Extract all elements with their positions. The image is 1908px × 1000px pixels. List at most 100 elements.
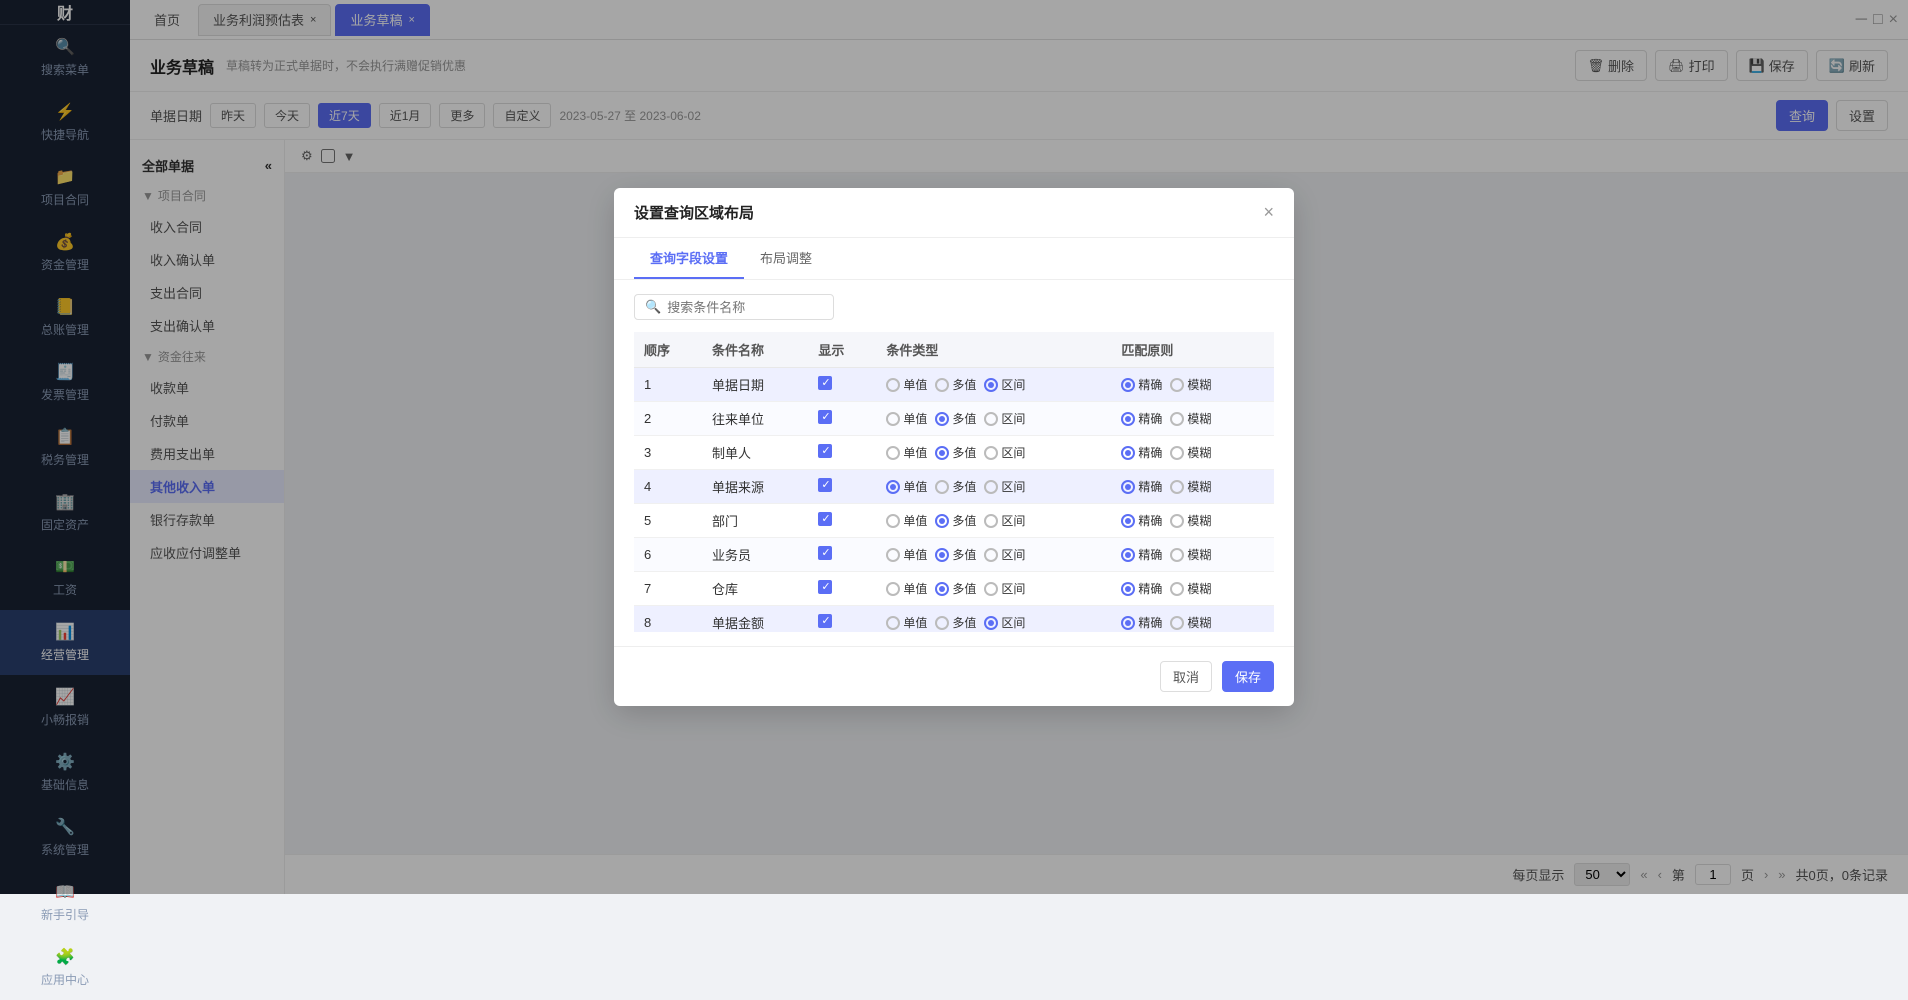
condition-search-input[interactable] bbox=[667, 300, 807, 315]
show-checkbox[interactable] bbox=[818, 512, 832, 526]
show-checkbox[interactable] bbox=[818, 546, 832, 560]
radio-range[interactable]: 区间 bbox=[984, 614, 1025, 631]
condition-type-group: 单值多值区间 bbox=[886, 614, 1101, 631]
radio-match-fuzzy[interactable]: 模糊 bbox=[1170, 512, 1211, 529]
radio-match-fuzzy[interactable]: 模糊 bbox=[1170, 478, 1211, 495]
radio-multi[interactable]: 多值 bbox=[935, 478, 976, 495]
radio-match-fuzzy[interactable]: 模糊 bbox=[1170, 580, 1211, 597]
row-order: 3 bbox=[634, 436, 702, 470]
modal-footer: 取消 保存 bbox=[614, 646, 1294, 706]
modal-close-button[interactable]: × bbox=[1263, 202, 1274, 223]
show-checkbox[interactable] bbox=[818, 410, 832, 424]
radio-single[interactable]: 单值 bbox=[886, 580, 927, 597]
radio-single[interactable]: 单值 bbox=[886, 478, 927, 495]
radio-single[interactable]: 单值 bbox=[886, 614, 927, 631]
radio-range[interactable]: 区间 bbox=[984, 376, 1025, 393]
radio-range[interactable]: 区间 bbox=[984, 478, 1025, 495]
radio-multi[interactable]: 多值 bbox=[935, 444, 976, 461]
row-condition-name: 业务员 bbox=[702, 538, 808, 572]
radio-range[interactable]: 区间 bbox=[984, 410, 1025, 427]
match-group: 精确模糊 bbox=[1121, 614, 1264, 631]
row-order: 2 bbox=[634, 402, 702, 436]
match-group: 精确模糊 bbox=[1121, 512, 1264, 529]
radio-single[interactable]: 单值 bbox=[886, 444, 927, 461]
row-condition-name: 仓库 bbox=[702, 572, 808, 606]
sidebar-label-guide: 新手引导 bbox=[41, 906, 89, 923]
radio-multi[interactable]: 多值 bbox=[935, 512, 976, 529]
radio-single[interactable]: 单值 bbox=[886, 410, 927, 427]
col-order: 顺序 bbox=[634, 332, 702, 368]
col-show: 显示 bbox=[808, 332, 876, 368]
condition-type-group: 单值多值区间 bbox=[886, 444, 1101, 461]
show-checkbox[interactable] bbox=[818, 580, 832, 594]
condition-type-group: 单值多值区间 bbox=[886, 512, 1101, 529]
apps-icon: 🧩 bbox=[55, 947, 75, 967]
row-condition-name: 单据金额 bbox=[702, 606, 808, 633]
radio-single[interactable]: 单值 bbox=[886, 512, 927, 529]
match-group: 精确模糊 bbox=[1121, 376, 1264, 393]
radio-match-fuzzy[interactable]: 模糊 bbox=[1170, 614, 1211, 631]
row-condition-name: 制单人 bbox=[702, 436, 808, 470]
show-checkbox[interactable] bbox=[818, 478, 832, 492]
row-order: 4 bbox=[634, 470, 702, 504]
modal-overlay: 设置查询区域布局 × 查询字段设置 布局调整 🔍 顺序 条件名称 显示 bbox=[0, 0, 1908, 894]
condition-type-group: 单值多值区间 bbox=[886, 376, 1101, 393]
match-group: 精确模糊 bbox=[1121, 478, 1264, 495]
match-group: 精确模糊 bbox=[1121, 580, 1264, 597]
radio-match-exact[interactable]: 精确 bbox=[1121, 580, 1162, 597]
radio-match-exact[interactable]: 精确 bbox=[1121, 444, 1162, 461]
radio-match-fuzzy[interactable]: 模糊 bbox=[1170, 376, 1211, 393]
conditions-table-container: 顺序 条件名称 显示 条件类型 匹配原则 1单据日期单值多值区间精确模糊2往来单… bbox=[634, 332, 1274, 632]
modal-tab-fields[interactable]: 查询字段设置 bbox=[634, 238, 744, 279]
radio-multi[interactable]: 多值 bbox=[935, 376, 976, 393]
row-condition-name: 部门 bbox=[702, 504, 808, 538]
radio-match-fuzzy[interactable]: 模糊 bbox=[1170, 410, 1211, 427]
radio-match-exact[interactable]: 精确 bbox=[1121, 546, 1162, 563]
match-group: 精确模糊 bbox=[1121, 444, 1264, 461]
radio-range[interactable]: 区间 bbox=[984, 580, 1025, 597]
radio-range[interactable]: 区间 bbox=[984, 546, 1025, 563]
show-checkbox[interactable] bbox=[818, 444, 832, 458]
radio-match-fuzzy[interactable]: 模糊 bbox=[1170, 546, 1211, 563]
condition-type-group: 单值多值区间 bbox=[886, 410, 1101, 427]
radio-match-exact[interactable]: 精确 bbox=[1121, 410, 1162, 427]
radio-match-fuzzy[interactable]: 模糊 bbox=[1170, 444, 1211, 461]
radio-multi[interactable]: 多值 bbox=[935, 410, 976, 427]
match-group: 精确模糊 bbox=[1121, 410, 1264, 427]
cancel-button[interactable]: 取消 bbox=[1160, 661, 1212, 692]
modal-header: 设置查询区域布局 × bbox=[614, 188, 1294, 238]
modal-title: 设置查询区域布局 bbox=[634, 202, 754, 223]
sidebar-label-apps: 应用中心 bbox=[41, 971, 89, 988]
radio-match-exact[interactable]: 精确 bbox=[1121, 614, 1162, 631]
radio-multi[interactable]: 多值 bbox=[935, 546, 976, 563]
show-checkbox[interactable] bbox=[818, 614, 832, 628]
radio-range[interactable]: 区间 bbox=[984, 444, 1025, 461]
row-order: 8 bbox=[634, 606, 702, 633]
row-condition-name: 往来单位 bbox=[702, 402, 808, 436]
modal-tab-layout[interactable]: 布局调整 bbox=[744, 238, 828, 279]
row-order: 1 bbox=[634, 368, 702, 402]
col-name: 条件名称 bbox=[702, 332, 808, 368]
modal-save-button[interactable]: 保存 bbox=[1222, 661, 1274, 692]
radio-single[interactable]: 单值 bbox=[886, 546, 927, 563]
radio-single[interactable]: 单值 bbox=[886, 376, 927, 393]
radio-multi[interactable]: 多值 bbox=[935, 614, 976, 631]
radio-match-exact[interactable]: 精确 bbox=[1121, 376, 1162, 393]
row-condition-name: 单据日期 bbox=[702, 368, 808, 402]
radio-multi[interactable]: 多值 bbox=[935, 580, 976, 597]
search-icon2: 🔍 bbox=[645, 299, 661, 315]
radio-match-exact[interactable]: 精确 bbox=[1121, 478, 1162, 495]
col-type: 条件类型 bbox=[876, 332, 1111, 368]
radio-match-exact[interactable]: 精确 bbox=[1121, 512, 1162, 529]
show-checkbox[interactable] bbox=[818, 376, 832, 390]
col-match: 匹配原则 bbox=[1111, 332, 1274, 368]
condition-type-group: 单值多值区间 bbox=[886, 478, 1101, 495]
condition-search-box: 🔍 bbox=[634, 294, 834, 320]
condition-type-group: 单值多值区间 bbox=[886, 580, 1101, 597]
condition-type-group: 单值多值区间 bbox=[886, 546, 1101, 563]
row-order: 7 bbox=[634, 572, 702, 606]
row-order: 5 bbox=[634, 504, 702, 538]
sidebar-item-apps[interactable]: 🧩 应用中心 bbox=[0, 935, 130, 1000]
modal-body: 🔍 顺序 条件名称 显示 条件类型 匹配原则 bbox=[614, 280, 1294, 646]
radio-range[interactable]: 区间 bbox=[984, 512, 1025, 529]
